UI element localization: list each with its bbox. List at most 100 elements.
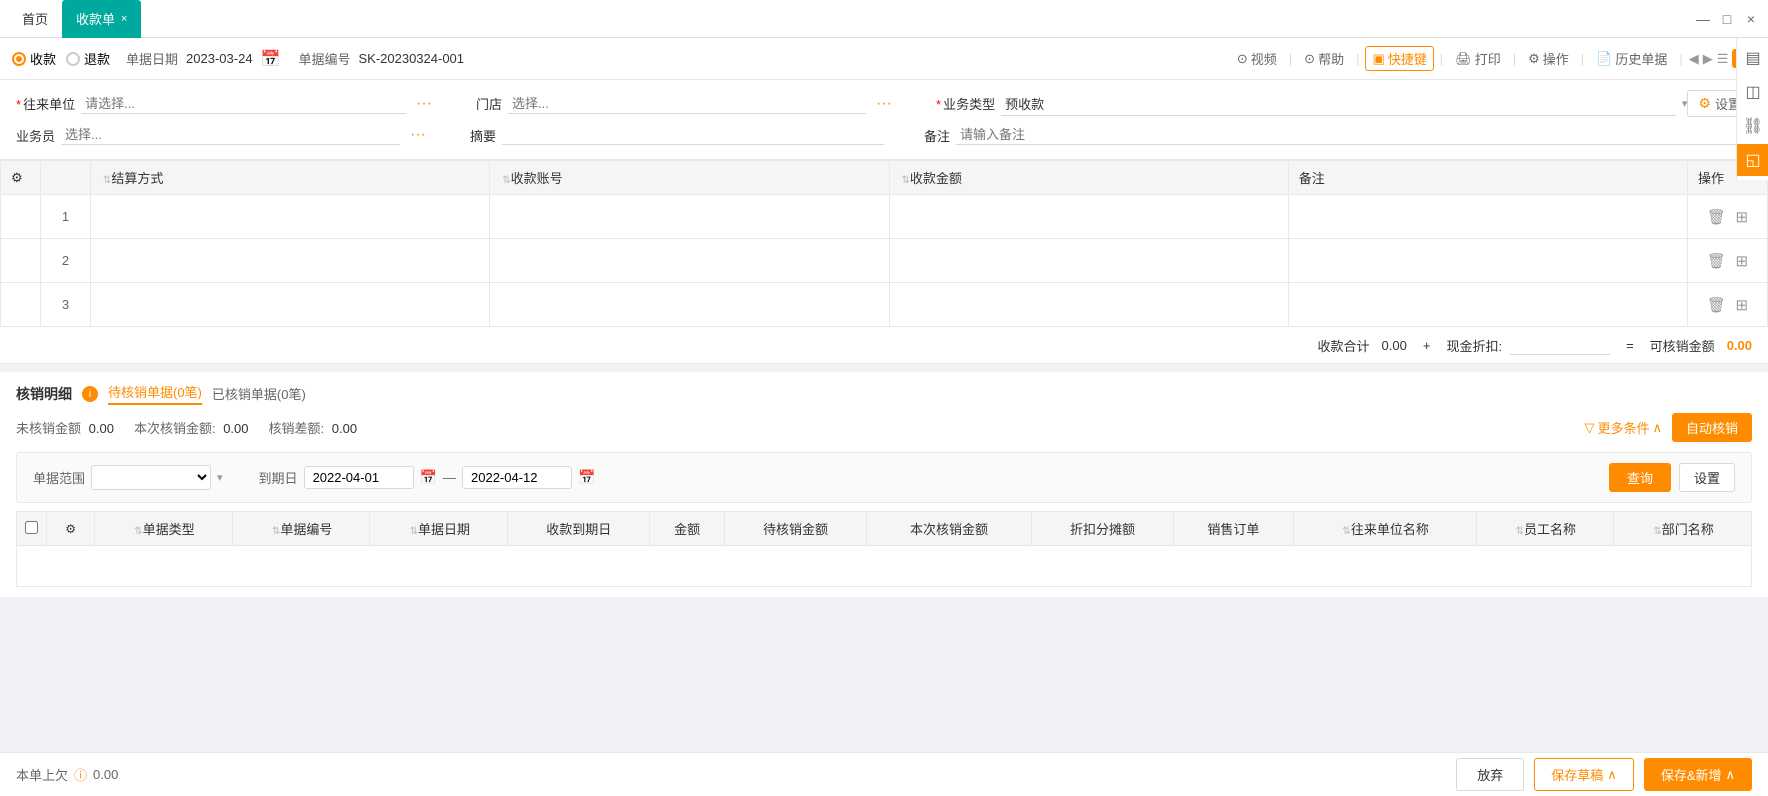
- partner-input[interactable]: [81, 94, 406, 114]
- settings-bottom-btn[interactable]: 设置: [1679, 463, 1735, 492]
- store-input[interactable]: [508, 94, 866, 114]
- right-arrow-icon[interactable]: ▶: [1703, 51, 1713, 67]
- col-staff-name-th[interactable]: ⇅员工名称: [1476, 512, 1614, 546]
- settlement-input[interactable]: [91, 283, 489, 326]
- copy-icon[interactable]: ⊞: [1736, 209, 1749, 226]
- checkbox-th[interactable]: [17, 512, 47, 546]
- staff-input[interactable]: [61, 125, 400, 145]
- delete-icon[interactable]: 🗑: [1707, 253, 1726, 270]
- done-tab[interactable]: 已核销单据(0笔): [212, 384, 306, 403]
- maximize-btn[interactable]: □: [1718, 10, 1736, 28]
- left-arrow-icon[interactable]: ◀: [1689, 51, 1699, 67]
- right-panel-btn-2[interactable]: ◫: [1737, 76, 1768, 108]
- prev-info-icon[interactable]: ⓘ: [74, 765, 87, 784]
- amount-input[interactable]: [890, 195, 1288, 238]
- amount-input[interactable]: [890, 283, 1288, 326]
- radio-refund[interactable]: 退款: [66, 49, 110, 68]
- settlement-input[interactable]: [91, 195, 489, 238]
- account-input[interactable]: [490, 195, 888, 238]
- col-doc-date-th[interactable]: ⇅单据日期: [370, 512, 508, 546]
- table-settings-th[interactable]: ⚙: [1, 161, 41, 195]
- select-all-checkbox[interactable]: [25, 521, 38, 534]
- auto-verify-btn[interactable]: 自动核销: [1672, 413, 1752, 442]
- col-account-th[interactable]: ⇅收款账号: [490, 161, 889, 195]
- row-amount-cell[interactable]: [889, 195, 1288, 239]
- range-dropdown-icon[interactable]: ▾: [217, 471, 223, 484]
- row-remark-cell[interactable]: [1288, 283, 1687, 327]
- summary-input[interactable]: [502, 125, 884, 145]
- history-btn[interactable]: 📄 历史单据: [1590, 47, 1673, 70]
- date-from-input[interactable]: [304, 466, 414, 489]
- date-calendar-icon[interactable]: 📅: [261, 49, 281, 69]
- tab-active[interactable]: 收款单 ×: [62, 0, 141, 38]
- col-amount-th2[interactable]: 金额: [650, 512, 725, 546]
- row-remark-cell[interactable]: [1288, 195, 1687, 239]
- row-account-cell[interactable]: [490, 195, 889, 239]
- query-btn[interactable]: 查询: [1609, 463, 1671, 492]
- right-panel-btn-3[interactable]: ⛓: [1737, 110, 1768, 142]
- video-btn[interactable]: ⊙ 视频: [1231, 47, 1283, 70]
- amount-input[interactable]: [890, 239, 1288, 282]
- row-remark-cell[interactable]: [1288, 239, 1687, 283]
- tab-close-icon[interactable]: ×: [121, 13, 127, 25]
- operation-btn[interactable]: ⚙ 操作: [1522, 47, 1575, 70]
- row-remark-input[interactable]: [1289, 239, 1687, 282]
- row-settlement-cell[interactable]: [91, 195, 490, 239]
- col-pending-th[interactable]: 待核销金额: [724, 512, 866, 546]
- date-value[interactable]: 2023-03-24: [186, 51, 253, 66]
- staff-more-icon[interactable]: ···: [406, 127, 430, 143]
- col-settlement-th[interactable]: ⇅结算方式: [91, 161, 490, 195]
- info-icon[interactable]: i: [82, 386, 98, 402]
- store-more-icon[interactable]: ···: [872, 96, 896, 112]
- partner-more-icon[interactable]: ···: [412, 96, 436, 112]
- minimize-btn[interactable]: —: [1694, 10, 1712, 28]
- print-btn[interactable]: 🖨 打印: [1449, 47, 1507, 70]
- col-amount-th[interactable]: ⇅收款金额: [889, 161, 1288, 195]
- row-amount-cell[interactable]: [889, 283, 1288, 327]
- save-draft-btn[interactable]: 保存草稿 ∧: [1534, 758, 1634, 791]
- row-account-cell[interactable]: [490, 239, 889, 283]
- help-btn[interactable]: ⊙ 帮助: [1298, 47, 1350, 70]
- current-stat: 本次核销金额: 0.00: [134, 418, 249, 437]
- copy-icon[interactable]: ⊞: [1736, 253, 1749, 270]
- row-settlement-cell[interactable]: [91, 283, 490, 327]
- delete-icon[interactable]: 🗑: [1707, 209, 1726, 226]
- list-icon[interactable]: ☰: [1717, 51, 1729, 67]
- shortcut-btn[interactable]: ▣ 快捷键: [1365, 46, 1433, 71]
- radio-receipt[interactable]: 收款: [12, 49, 56, 68]
- range-select[interactable]: [91, 465, 211, 490]
- col-due-date-th[interactable]: 收款到期日: [508, 512, 650, 546]
- row-amount-cell[interactable]: [889, 239, 1288, 283]
- col-discount-th[interactable]: 折扣分摊额: [1031, 512, 1173, 546]
- row-remark-input[interactable]: [1289, 195, 1687, 238]
- date-to-icon[interactable]: 📅: [578, 469, 595, 486]
- right-panel-btn-1[interactable]: ▤: [1737, 42, 1768, 74]
- more-conditions-btn[interactable]: ▽ 更多条件 ∧: [1584, 418, 1662, 437]
- date-from-icon[interactable]: 📅: [420, 469, 437, 486]
- pending-tab[interactable]: 待核销单据(0笔): [108, 382, 202, 405]
- date-to-input[interactable]: [462, 466, 572, 489]
- col-current-verify-th[interactable]: 本次核销金额: [867, 512, 1032, 546]
- row-remark-input[interactable]: [1289, 283, 1687, 326]
- delete-icon[interactable]: 🗑: [1707, 297, 1726, 314]
- tab-home[interactable]: 首页: [8, 0, 62, 38]
- col-doc-type-th[interactable]: ⇅单据类型: [95, 512, 233, 546]
- settlement-input[interactable]: [91, 239, 489, 282]
- biztype-value[interactable]: 预收款: [1001, 92, 1676, 116]
- account-input[interactable]: [490, 239, 888, 282]
- row-account-cell[interactable]: [490, 283, 889, 327]
- col-settings-th[interactable]: ⚙: [47, 512, 95, 546]
- col-dept-name-th[interactable]: ⇅部门名称: [1614, 512, 1752, 546]
- copy-icon[interactable]: ⊞: [1736, 297, 1749, 314]
- close-btn[interactable]: ×: [1742, 10, 1760, 28]
- col-sales-order-th[interactable]: 销售订单: [1174, 512, 1294, 546]
- save-new-btn[interactable]: 保存&新增 ∧: [1644, 758, 1752, 791]
- account-input[interactable]: [490, 283, 888, 326]
- right-panel-btn-4[interactable]: ◱: [1737, 144, 1768, 176]
- remark-input[interactable]: [956, 125, 1752, 145]
- col-partner-name-th[interactable]: ⇅往来单位名称: [1293, 512, 1476, 546]
- col-doc-num-th[interactable]: ⇅单据编号: [232, 512, 370, 546]
- row-settlement-cell[interactable]: [91, 239, 490, 283]
- abandon-btn[interactable]: 放弃: [1456, 758, 1524, 791]
- discount-input[interactable]: [1510, 335, 1610, 355]
